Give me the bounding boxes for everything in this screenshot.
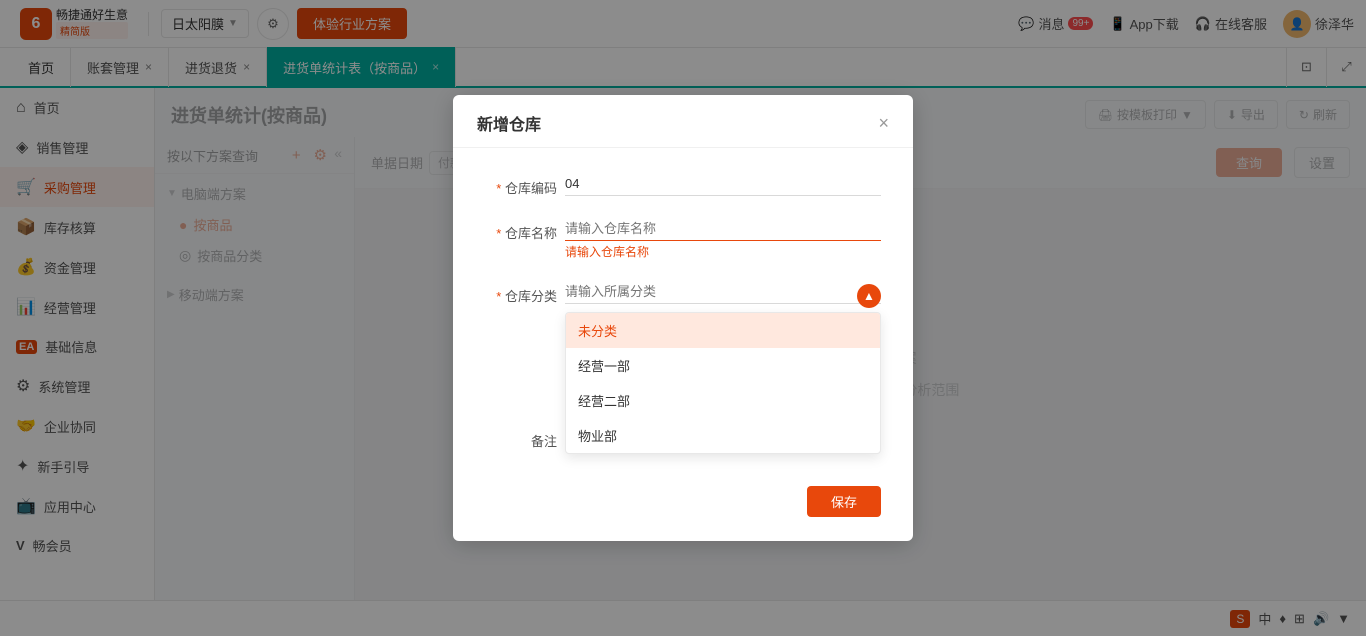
required-star: * — [496, 181, 501, 196]
code-control-wrap — [565, 172, 881, 196]
category-label: * 仓库分类 — [485, 280, 565, 305]
required-star-cat: * — [496, 289, 501, 304]
category-input[interactable] — [565, 280, 881, 304]
modal-title: 新增仓库 — [477, 111, 541, 135]
required-star-name: * — [496, 226, 501, 241]
modal-body: * 仓库编码 * 仓库名称 请输入仓库名称 * 仓库分类 — [453, 148, 913, 478]
category-dropdown-list: 未分类 经营一部 经营二部 物业部 — [565, 312, 881, 454]
name-input[interactable] — [565, 217, 881, 241]
dropdown-item-ops2[interactable]: 经营二部 — [566, 383, 880, 418]
modal-close-button[interactable]: × — [878, 113, 889, 134]
name-label: * 仓库名称 — [485, 217, 565, 242]
chevron-up-icon: ▲ — [863, 289, 875, 303]
dropdown-item-property[interactable]: 物业部 — [566, 418, 880, 453]
notes-label: 备注 — [485, 425, 565, 450]
category-dropdown-btn[interactable]: ▲ — [857, 284, 881, 308]
name-error-msg: 请输入仓库名称 — [565, 243, 881, 260]
category-control-wrap: ▲ 未分类 经营一部 经营二部 物业部 — [565, 280, 881, 304]
code-input[interactable] — [565, 172, 881, 196]
new-warehouse-modal: 新增仓库 × * 仓库编码 * 仓库名称 请输入仓库名称 — [453, 95, 913, 541]
dropdown-item-uncategorized[interactable]: 未分类 — [566, 313, 880, 348]
dropdown-item-ops1[interactable]: 经营一部 — [566, 348, 880, 383]
name-control-wrap: 请输入仓库名称 — [565, 217, 881, 260]
form-row-name: * 仓库名称 请输入仓库名称 — [485, 217, 881, 260]
modal-footer: 保存 — [453, 486, 913, 517]
form-row-category: * 仓库分类 ▲ 未分类 经营一部 经营二部 物业部 — [485, 280, 881, 305]
code-label: * 仓库编码 — [485, 172, 565, 197]
save-button[interactable]: 保存 — [807, 486, 881, 517]
form-row-code: * 仓库编码 — [485, 172, 881, 197]
category-select-wrap: ▲ — [565, 280, 881, 304]
modal-header: 新增仓库 × — [453, 95, 913, 148]
